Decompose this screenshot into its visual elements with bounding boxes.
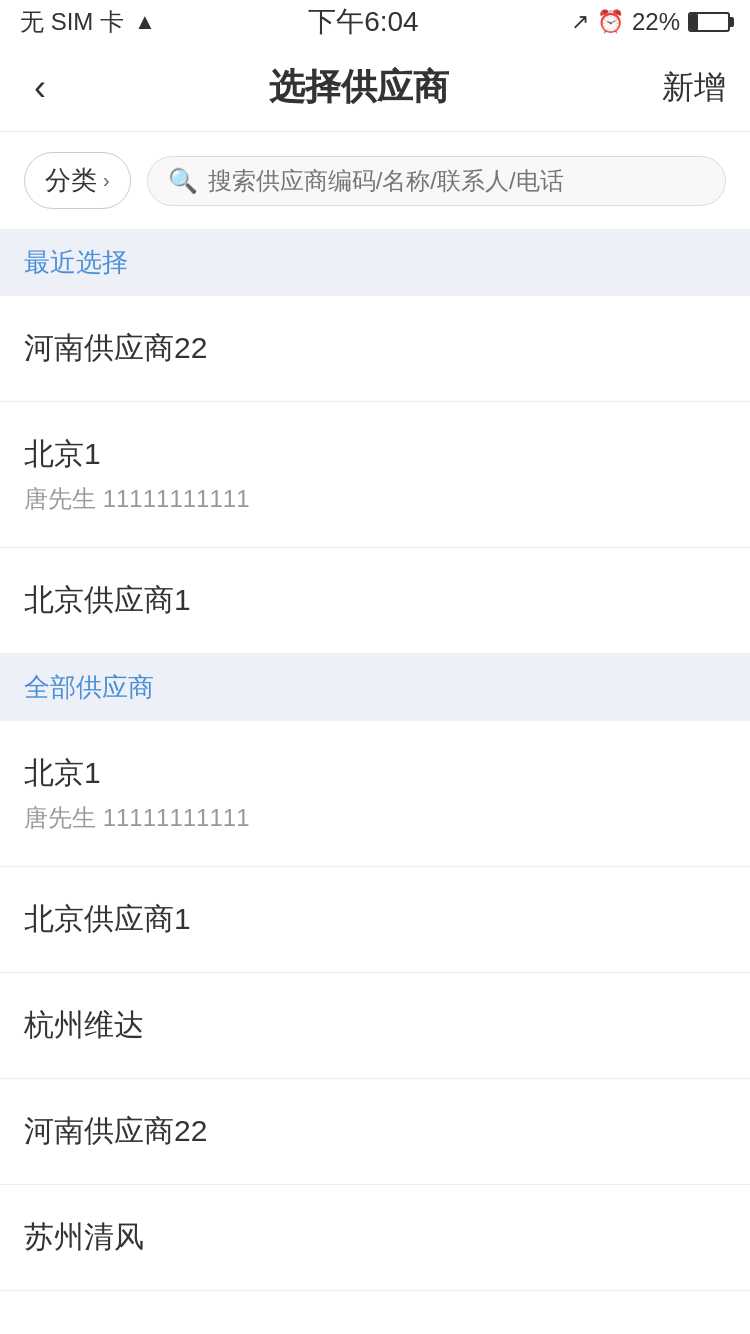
add-button[interactable]: 新增: [662, 66, 726, 110]
battery-percent: 22%: [632, 8, 680, 36]
page-title: 选择供应商: [269, 63, 449, 112]
list-item[interactable]: 河南供应商22: [0, 296, 750, 402]
nav-bar: ‹ 选择供应商 新增: [0, 44, 750, 132]
supplier-detail: 唐先生 11111111111: [24, 802, 726, 834]
location-icon: ↗: [571, 9, 589, 35]
supplier-name: 北京1: [24, 434, 726, 475]
category-button[interactable]: 分类 ›: [24, 152, 131, 209]
supplier-name: 北京1: [24, 753, 726, 794]
list-item[interactable]: 北京1 唐先生 11111111111: [0, 721, 750, 867]
list-item[interactable]: 北京1 唐先生 11111111111: [0, 402, 750, 548]
all-suppliers-list: 北京1 唐先生 11111111111 北京供应商1 杭州维达河南供应商22 苏州清风: [0, 721, 750, 1291]
alarm-icon: ⏰: [597, 9, 624, 35]
list-item[interactable]: 河南供应商22: [0, 1079, 750, 1185]
chevron-right-icon: ›: [103, 169, 110, 192]
list-item[interactable]: 杭州维达: [0, 973, 750, 1079]
supplier-name: 杭州维达: [24, 1005, 726, 1046]
list-item[interactable]: 北京供应商1: [0, 867, 750, 973]
search-icon: 🔍: [168, 167, 198, 195]
battery-icon: [688, 12, 730, 32]
status-left: 无 SIM 卡 ▲: [20, 6, 156, 38]
filter-bar: 分类 › 🔍: [0, 132, 750, 229]
supplier-name: 苏州清风: [24, 1217, 726, 1258]
supplier-name: 北京供应商1: [24, 580, 726, 621]
all-section-header: 全部供应商: [0, 654, 750, 721]
recent-suppliers-list: 河南供应商22 北京1 唐先生 11111111111 北京供应商1: [0, 296, 750, 654]
search-input[interactable]: [208, 167, 705, 195]
status-right: ↗ ⏰ 22%: [571, 8, 730, 36]
status-bar: 无 SIM 卡 ▲ 下午6:04 ↗ ⏰ 22%: [0, 0, 750, 44]
wifi-icon: ▲: [134, 9, 156, 35]
supplier-name: 北京供应商1: [24, 899, 726, 940]
carrier-label: 无 SIM 卡: [20, 6, 124, 38]
list-item[interactable]: 北京供应商1: [0, 548, 750, 654]
supplier-name: 河南供应商22: [24, 328, 726, 369]
list-item[interactable]: 苏州清风: [0, 1185, 750, 1291]
category-label: 分类: [45, 163, 97, 198]
status-time: 下午6:04: [308, 3, 419, 41]
supplier-detail: 唐先生 11111111111: [24, 483, 726, 515]
supplier-name: 河南供应商22: [24, 1111, 726, 1152]
recent-section-header: 最近选择: [0, 229, 750, 296]
search-box: 🔍: [147, 156, 726, 206]
back-button[interactable]: ‹: [24, 57, 56, 119]
